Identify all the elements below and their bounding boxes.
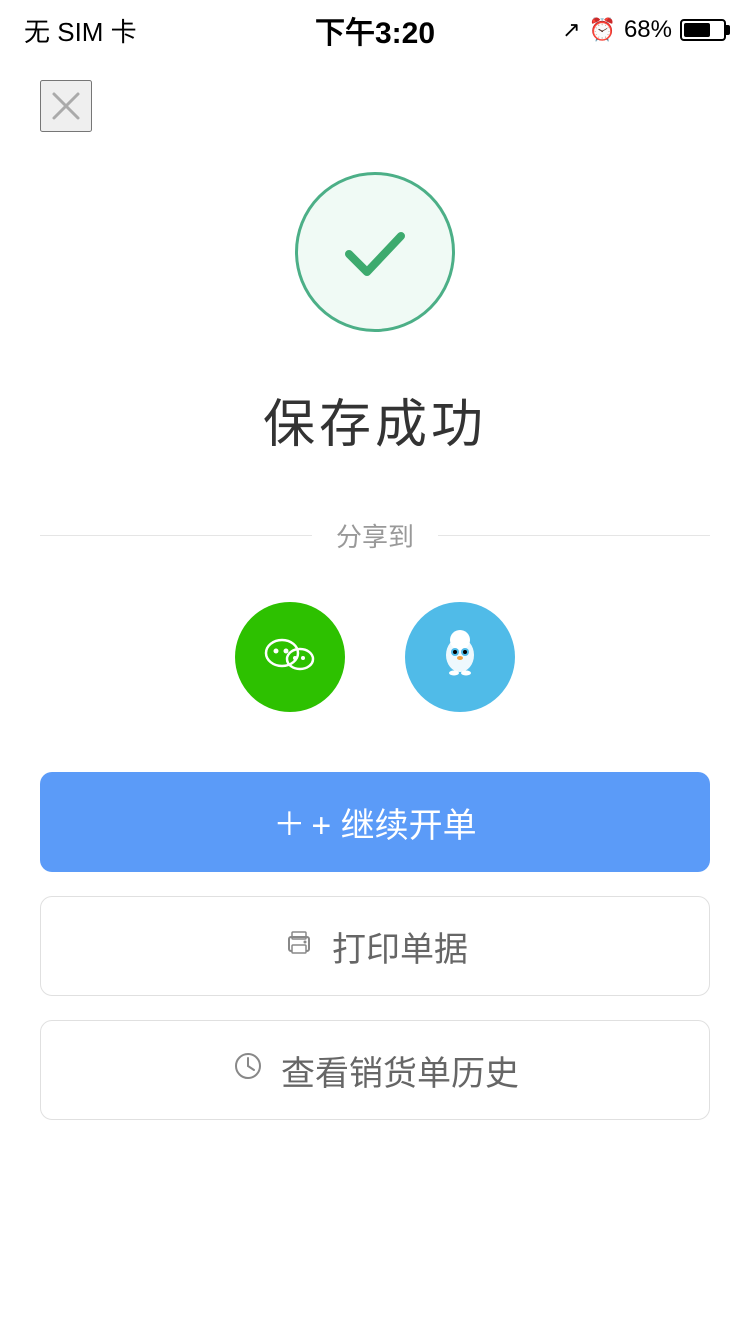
share-label: 分享到 <box>336 517 414 554</box>
status-bar: 无 SIM 卡 下午3:20 ↗ ⏰ 68% <box>0 0 750 60</box>
printer-icon <box>282 925 316 967</box>
no-sim-text: 无 SIM 卡 <box>24 12 137 49</box>
print-button[interactable]: 打印单据 <box>40 896 710 996</box>
share-section: 分享到 <box>40 517 710 712</box>
print-label: 打印单据 <box>332 922 468 971</box>
main-content: 保存成功 分享到 <box>0 152 750 1334</box>
status-right: ↗ ⏰ 68% <box>562 16 726 44</box>
plus-icon: ＋ <box>273 799 305 845</box>
share-icons <box>40 602 710 712</box>
status-left: 无 SIM 卡 <box>24 12 147 49</box>
qq-share-button[interactable] <box>405 602 515 712</box>
success-icon-circle <box>295 172 455 332</box>
continue-button[interactable]: ＋ + 继续开单 <box>40 772 710 872</box>
success-title: 保存成功 <box>263 382 487 457</box>
close-button[interactable] <box>40 80 92 132</box>
clock-icon <box>231 1049 265 1091</box>
history-label: 查看销货单历史 <box>281 1046 519 1095</box>
battery-percent: 68% <box>624 16 672 44</box>
wechat-share-button[interactable] <box>235 602 345 712</box>
history-button[interactable]: 查看销货单历史 <box>40 1020 710 1120</box>
battery-icon <box>680 19 726 41</box>
share-divider: 分享到 <box>40 517 710 554</box>
action-buttons: ＋ + 继续开单 打印单据 <box>40 772 710 1120</box>
alarm-icon: ⏰ <box>589 17 616 43</box>
close-area <box>0 60 750 152</box>
status-time: 下午3:20 <box>315 8 435 52</box>
continue-label: + 继续开单 <box>311 798 476 847</box>
wechat-icon <box>260 627 320 687</box>
location-icon: ↗ <box>562 17 580 43</box>
checkmark-icon <box>335 212 415 292</box>
qq-icon <box>430 627 490 687</box>
close-icon <box>48 88 84 124</box>
